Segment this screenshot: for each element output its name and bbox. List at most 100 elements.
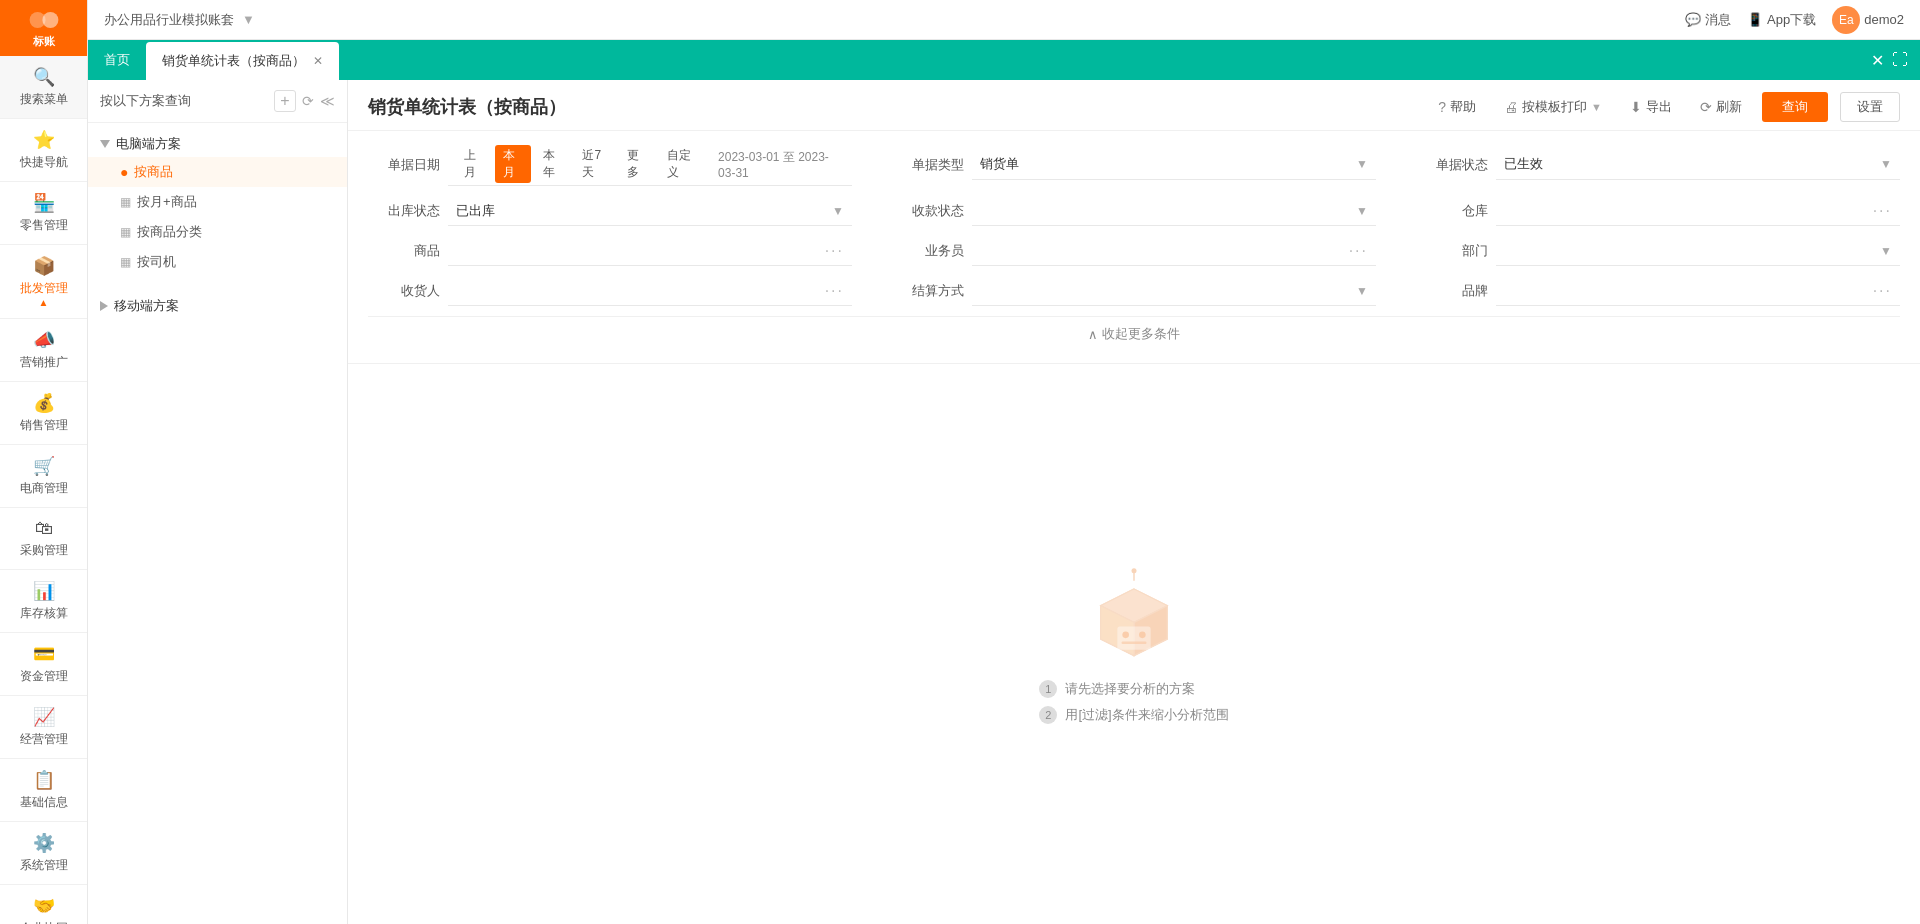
out-status-value[interactable]: 已出库 ▼	[448, 196, 852, 226]
doc-type-value[interactable]: 销货单 ▼	[972, 150, 1376, 180]
date-tab-last-month[interactable]: 上月	[456, 145, 491, 183]
empty-tips: 1 请先选择要分析的方案 2 用[过滤]条件来缩小分析范围	[1039, 680, 1228, 724]
box-icon: 📦	[33, 255, 55, 277]
dropdown-icon[interactable]: ▼	[242, 12, 255, 27]
scheme-item-by-driver[interactable]: ▦ 按司机	[88, 247, 347, 277]
collapse-chevron-icon: ∧	[1088, 327, 1098, 342]
doc-status-label: 单据状态	[1416, 156, 1496, 174]
receipt-status-chevron-icon: ▼	[1356, 204, 1368, 218]
item-icon: ▦	[120, 225, 131, 239]
sidebar-item-shortcut[interactable]: ⭐ 快捷导航	[0, 119, 88, 182]
out-status-chevron-icon: ▼	[832, 204, 844, 218]
payment-method-chevron-icon: ▼	[1356, 284, 1368, 298]
brand-dots: ···	[1873, 282, 1892, 300]
left-panel-header-left: 按以下方案查询	[100, 92, 191, 110]
bag-icon: 🛍	[35, 518, 53, 539]
sidebar-item-basic[interactable]: 📋 基础信息	[0, 759, 88, 822]
message-btn[interactable]: 💬 消息	[1685, 11, 1731, 29]
doc-type-chevron-icon: ▼	[1356, 157, 1368, 171]
svg-point-11	[1132, 568, 1137, 573]
header-left: 办公用品行业模拟账套 ▼	[104, 11, 255, 29]
refresh-scheme-icon[interactable]: ⟳	[302, 93, 314, 109]
sidebar-item-sales[interactable]: 💰 销售管理	[0, 382, 88, 445]
salesperson-value[interactable]: ···	[972, 236, 1376, 266]
warehouse-label: 仓库	[1416, 202, 1496, 220]
sidebar-item-system[interactable]: ⚙️ 系统管理	[0, 822, 88, 885]
sidebar-item-purchase[interactable]: 🛍 采购管理	[0, 508, 88, 570]
tab-bar-actions: ✕ ⛶	[1871, 51, 1920, 70]
maximize-icon[interactable]: ⛶	[1892, 51, 1908, 69]
receiver-dots: ···	[825, 282, 844, 300]
export-btn[interactable]: ⬇ 导出	[1622, 94, 1680, 120]
chevron-right-icon	[100, 301, 108, 311]
minimize-icon[interactable]: ✕	[1871, 51, 1884, 70]
query-btn[interactable]: 查询	[1762, 92, 1828, 122]
product-dots: ···	[825, 242, 844, 260]
left-panel-title: 按以下方案查询	[100, 92, 191, 110]
top-header: 办公用品行业模拟账套 ▼ 💬 消息 📱 App下载 Ea demo2	[88, 0, 1920, 40]
scheme-item-by-month-product[interactable]: ▦ 按月+商品	[88, 187, 347, 217]
sidebar-item-operation[interactable]: 📈 经营管理	[0, 696, 88, 759]
scheme-group-desktop-title[interactable]: 电脑端方案	[88, 131, 347, 157]
settings-btn[interactable]: 设置	[1840, 92, 1900, 122]
empty-tip-2: 2 用[过滤]条件来缩小分析范围	[1039, 706, 1228, 724]
date-tab-7days[interactable]: 近7天	[574, 145, 615, 183]
sidebar-item-marketing[interactable]: 📣 营销推广	[0, 319, 88, 382]
template-print-btn[interactable]: 🖨 按模板打印 ▼	[1496, 94, 1610, 120]
collapse-filters-btn[interactable]: ∧ 收起更多条件	[368, 316, 1900, 351]
scheme-group-mobile: 移动端方案	[88, 285, 347, 327]
date-tab-custom[interactable]: 自定义	[659, 145, 704, 183]
sidebar-item-ecommerce[interactable]: 🛒 电商管理	[0, 445, 88, 508]
help-icon: ?	[1438, 99, 1446, 115]
date-tab-more[interactable]: 更多	[619, 145, 654, 183]
user-menu[interactable]: Ea demo2	[1832, 6, 1904, 34]
date-tab-this-month[interactable]: 本月	[495, 145, 530, 183]
tip-num-2: 2	[1039, 706, 1057, 724]
scheme-item-by-product[interactable]: ● 按商品	[88, 157, 347, 187]
doc-status-chevron-icon: ▼	[1880, 157, 1892, 171]
chevron-down-icon	[100, 140, 110, 148]
department-label: 部门	[1416, 242, 1496, 260]
doc-status-value[interactable]: 已生效 ▼	[1496, 150, 1900, 180]
tab-close-icon[interactable]: ✕	[313, 54, 323, 68]
brand-label: 品牌	[1416, 282, 1496, 300]
content-area: 按以下方案查询 + ⟳ ≪ 电脑端方案 ● 按商品 ▦	[88, 80, 1920, 924]
date-tab-this-year[interactable]: 本年	[535, 145, 570, 183]
app-download-btn[interactable]: 📱 App下载	[1747, 11, 1816, 29]
sidebar-item-collab[interactable]: 🤝 企业协同	[0, 885, 88, 924]
salesperson-dots: ···	[1349, 242, 1368, 260]
sidebar-item-inventory[interactable]: 📊 库存核算	[0, 570, 88, 633]
item-icon: ▦	[120, 255, 131, 269]
product-value[interactable]: ···	[448, 236, 852, 266]
clipboard-icon: 📋	[33, 769, 55, 791]
sidebar-item-finance[interactable]: 💳 资金管理	[0, 633, 88, 696]
receiver-value[interactable]: ···	[448, 276, 852, 306]
sidebar-item-retail[interactable]: 🏪 零售管理	[0, 182, 88, 245]
sidebar-item-wholesale[interactable]: 📦 批发管理 ▲	[0, 245, 88, 319]
print-icon: 🖨	[1504, 99, 1518, 115]
tip-num-1: 1	[1039, 680, 1057, 698]
refresh-icon: ⟳	[1700, 99, 1712, 115]
handshake-icon: 🤝	[33, 895, 55, 917]
avatar: Ea	[1832, 6, 1860, 34]
tab-home[interactable]: 首页	[88, 40, 146, 80]
warehouse-value[interactable]: ···	[1496, 196, 1900, 226]
sidebar-item-search[interactable]: 🔍 搜索菜单	[0, 56, 88, 119]
add-scheme-btn[interactable]: +	[274, 90, 296, 112]
refresh-btn[interactable]: ⟳ 刷新	[1692, 94, 1750, 120]
svg-rect-9	[1122, 642, 1147, 645]
tab-bar: 首页 销货单统计表（按商品） ✕ ✕ ⛶	[88, 40, 1920, 80]
help-btn[interactable]: ? 帮助	[1430, 94, 1484, 120]
receipt-status-value[interactable]: ▼	[972, 196, 1376, 226]
department-value[interactable]: ▼	[1496, 236, 1900, 266]
payment-method-label: 结算方式	[892, 282, 972, 300]
brand-value[interactable]: ···	[1496, 276, 1900, 306]
gear-icon: ⚙️	[33, 832, 55, 854]
receiver-label: 收货人	[368, 282, 448, 300]
payment-method-value[interactable]: ▼	[972, 276, 1376, 306]
tab-report[interactable]: 销货单统计表（按商品） ✕	[146, 42, 339, 81]
page-actions: ? 帮助 🖨 按模板打印 ▼ ⬇ 导出 ⟳ 刷新	[1430, 92, 1900, 122]
scheme-item-by-category[interactable]: ▦ 按商品分类	[88, 217, 347, 247]
scheme-group-mobile-title[interactable]: 移动端方案	[88, 293, 347, 319]
collapse-panel-icon[interactable]: ≪	[320, 93, 335, 109]
